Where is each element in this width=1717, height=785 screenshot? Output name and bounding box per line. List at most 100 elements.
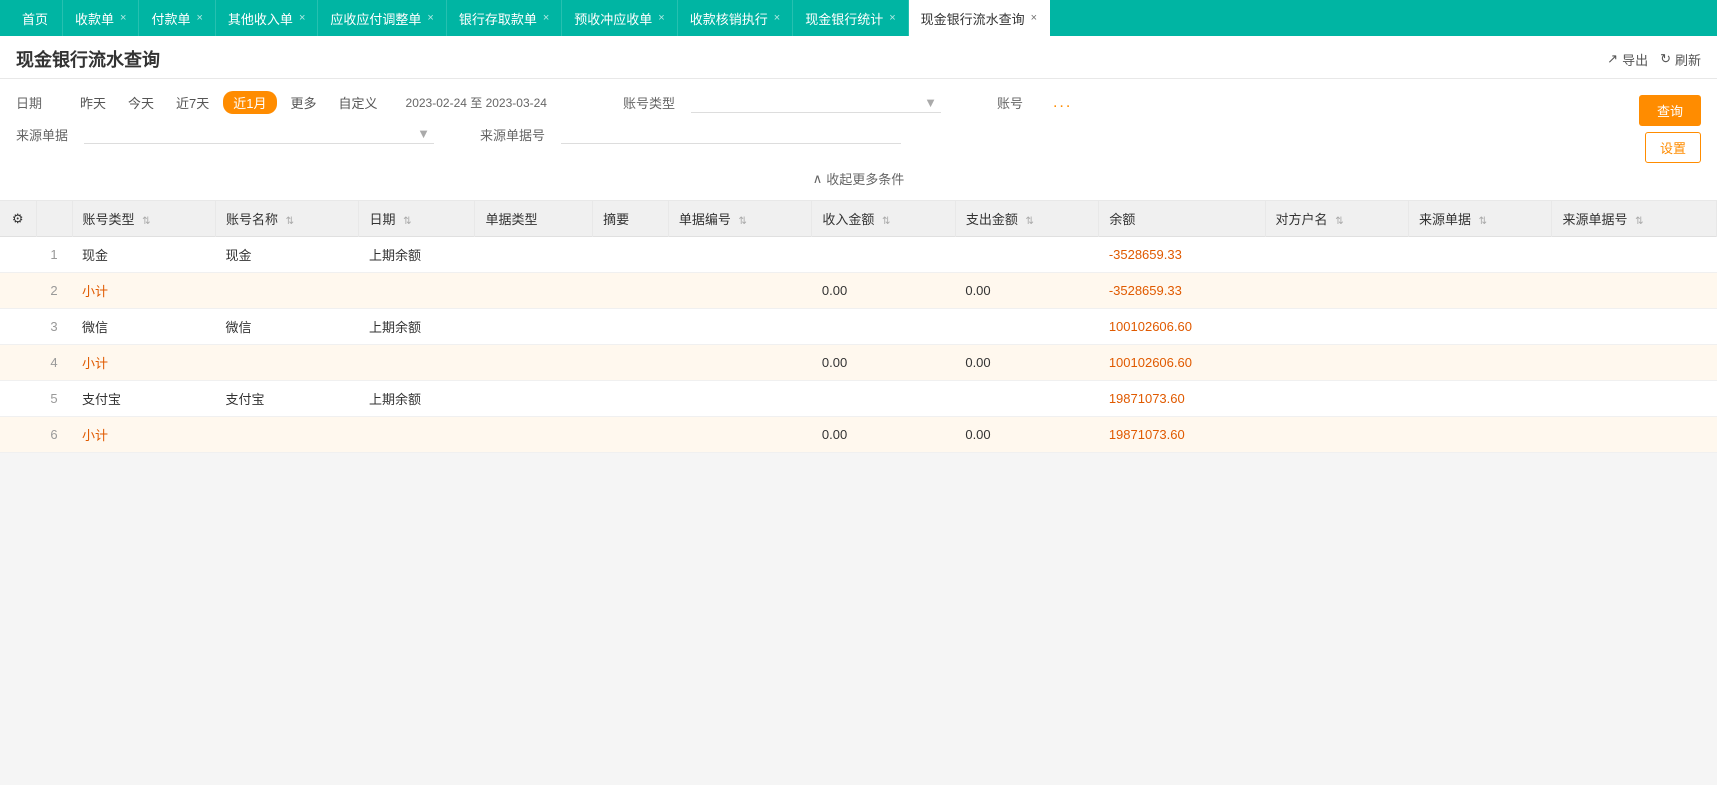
chevron-down-icon: ▼	[924, 95, 937, 110]
export-button[interactable]: ↗ 导出	[1607, 50, 1648, 69]
row-income-cell	[812, 381, 955, 417]
col-account-type[interactable]: 账号类型 ⇅	[72, 201, 215, 237]
account-dots-button[interactable]: ...	[1053, 94, 1072, 112]
nav-tab-bank-deposit[interactable]: 银行存取款单 ×	[447, 0, 562, 36]
row-account-name-cell: 支付宝	[215, 381, 358, 417]
close-icon[interactable]: ×	[299, 12, 305, 24]
source-doc-no-input[interactable]	[561, 124, 901, 144]
row-summary-cell	[593, 381, 669, 417]
date-range-display: 2023-02-24 至 2023-03-24	[406, 94, 547, 111]
row-settings-cell	[0, 237, 36, 273]
header-actions: ↗ 导出 ↻ 刷新	[1607, 50, 1701, 69]
row-balance-cell: -3528659.33	[1099, 237, 1265, 273]
date-btn-yesterday[interactable]: 昨天	[72, 91, 114, 114]
sort-icon: ⇅	[739, 216, 747, 227]
date-btn-1month[interactable]: 近1月	[223, 91, 276, 114]
col-income[interactable]: 收入金额 ⇅	[812, 201, 955, 237]
col-source-doc-no[interactable]: 来源单据号 ⇅	[1552, 201, 1717, 237]
row-source-doc-no-cell	[1552, 345, 1717, 381]
row-settings-cell	[0, 345, 36, 381]
row-source-doc-cell	[1409, 237, 1552, 273]
row-counterpart-cell	[1265, 381, 1408, 417]
col-counterpart[interactable]: 对方户名 ⇅	[1265, 201, 1408, 237]
row-income-cell: 0.00	[812, 345, 955, 381]
col-doc-type: 单据类型	[475, 201, 593, 237]
date-btn-more[interactable]: 更多	[283, 91, 325, 114]
sort-icon: ⇅	[403, 216, 411, 227]
col-summary: 摘要	[593, 201, 669, 237]
sort-icon: ⇅	[882, 216, 890, 227]
nav-tab-other-income[interactable]: 其他收入单 ×	[216, 0, 318, 36]
date-label: 日期	[16, 93, 56, 112]
row-source-doc-cell	[1409, 381, 1552, 417]
col-account-name[interactable]: 账号名称 ⇅	[215, 201, 358, 237]
nav-home[interactable]: 首页	[8, 0, 63, 36]
refresh-icon: ↻	[1660, 51, 1671, 67]
col-row-num	[36, 201, 72, 237]
col-source-doc[interactable]: 来源单据 ⇅	[1409, 201, 1552, 237]
query-button[interactable]: 查询	[1639, 95, 1701, 126]
row-expense-cell	[955, 381, 1098, 417]
date-btn-7days[interactable]: 近7天	[168, 91, 217, 114]
settings-button[interactable]: 设置	[1645, 132, 1701, 163]
row-doc-no-cell	[668, 273, 811, 309]
row-counterpart-cell	[1265, 273, 1408, 309]
close-icon[interactable]: ×	[543, 12, 549, 24]
row-balance-cell: 100102606.60	[1099, 309, 1265, 345]
close-icon[interactable]: ×	[658, 12, 664, 24]
nav-tab-stats[interactable]: 现金银行统计 ×	[793, 0, 908, 36]
row-date-cell: 上期余额	[359, 381, 475, 417]
row-balance-cell: 19871073.60	[1099, 381, 1265, 417]
table-row: 1现金现金上期余额-3528659.33	[0, 237, 1717, 273]
row-doc-no-cell	[668, 309, 811, 345]
filter-row-source: 来源单据 ▼ 来源单据号	[16, 124, 1619, 144]
close-icon[interactable]: ×	[120, 12, 126, 24]
close-icon[interactable]: ×	[1031, 12, 1037, 24]
row-doc-type-cell	[475, 273, 593, 309]
row-expense-cell	[955, 309, 1098, 345]
row-num-cell: 1	[36, 237, 72, 273]
date-btn-today[interactable]: 今天	[120, 91, 162, 114]
close-icon[interactable]: ×	[196, 12, 202, 24]
row-expense-cell: 0.00	[955, 273, 1098, 309]
date-btn-custom[interactable]: 自定义	[331, 91, 386, 114]
table-row: 6小计0.000.0019871073.60	[0, 417, 1717, 453]
nav-tab-verify[interactable]: 收款核销执行 ×	[678, 0, 793, 36]
refresh-button[interactable]: ↻ 刷新	[1660, 50, 1701, 69]
row-account-type-cell: 小计	[72, 345, 215, 381]
col-date[interactable]: 日期 ⇅	[359, 201, 475, 237]
row-account-type-cell: 现金	[72, 237, 215, 273]
nav-tab-fukuan[interactable]: 付款单 ×	[139, 0, 215, 36]
row-num-cell: 5	[36, 381, 72, 417]
col-doc-no[interactable]: 单据编号 ⇅	[668, 201, 811, 237]
close-icon[interactable]: ×	[774, 12, 780, 24]
row-counterpart-cell	[1265, 417, 1408, 453]
col-balance: 余额	[1099, 201, 1265, 237]
source-doc-select[interactable]: ▼	[84, 124, 434, 144]
sort-icon: ⇅	[1335, 216, 1343, 227]
account-label: 账号	[997, 93, 1037, 112]
nav-tab-cashflow[interactable]: 现金银行流水查询 ×	[909, 0, 1050, 36]
row-balance-cell: 100102606.60	[1099, 345, 1265, 381]
data-table: ⚙ 账号类型 ⇅ 账号名称 ⇅ 日期 ⇅ 单据类型	[0, 201, 1717, 453]
col-expense[interactable]: 支出金额 ⇅	[955, 201, 1098, 237]
row-summary-cell	[593, 417, 669, 453]
nav-tab-shoukuan[interactable]: 收款单 ×	[63, 0, 139, 36]
nav-tab-advance[interactable]: 预收冲应收单 ×	[562, 0, 677, 36]
row-summary-cell	[593, 237, 669, 273]
row-date-cell	[359, 273, 475, 309]
close-icon[interactable]: ×	[427, 12, 433, 24]
row-date-cell	[359, 417, 475, 453]
table-settings-col[interactable]: ⚙	[0, 201, 36, 237]
nav-tab-adjustment[interactable]: 应收应付调整单 ×	[318, 0, 446, 36]
row-source-doc-cell	[1409, 417, 1552, 453]
row-income-cell: 0.00	[812, 273, 955, 309]
table-row: 3微信微信上期余额100102606.60	[0, 309, 1717, 345]
collapse-bar[interactable]: ∧ 收起更多条件	[16, 163, 1701, 192]
row-expense-cell	[955, 237, 1098, 273]
account-type-select[interactable]: ▼	[691, 93, 941, 113]
row-source-doc-cell	[1409, 345, 1552, 381]
row-source-doc-no-cell	[1552, 381, 1717, 417]
close-icon[interactable]: ×	[889, 12, 895, 24]
row-date-cell: 上期余额	[359, 237, 475, 273]
